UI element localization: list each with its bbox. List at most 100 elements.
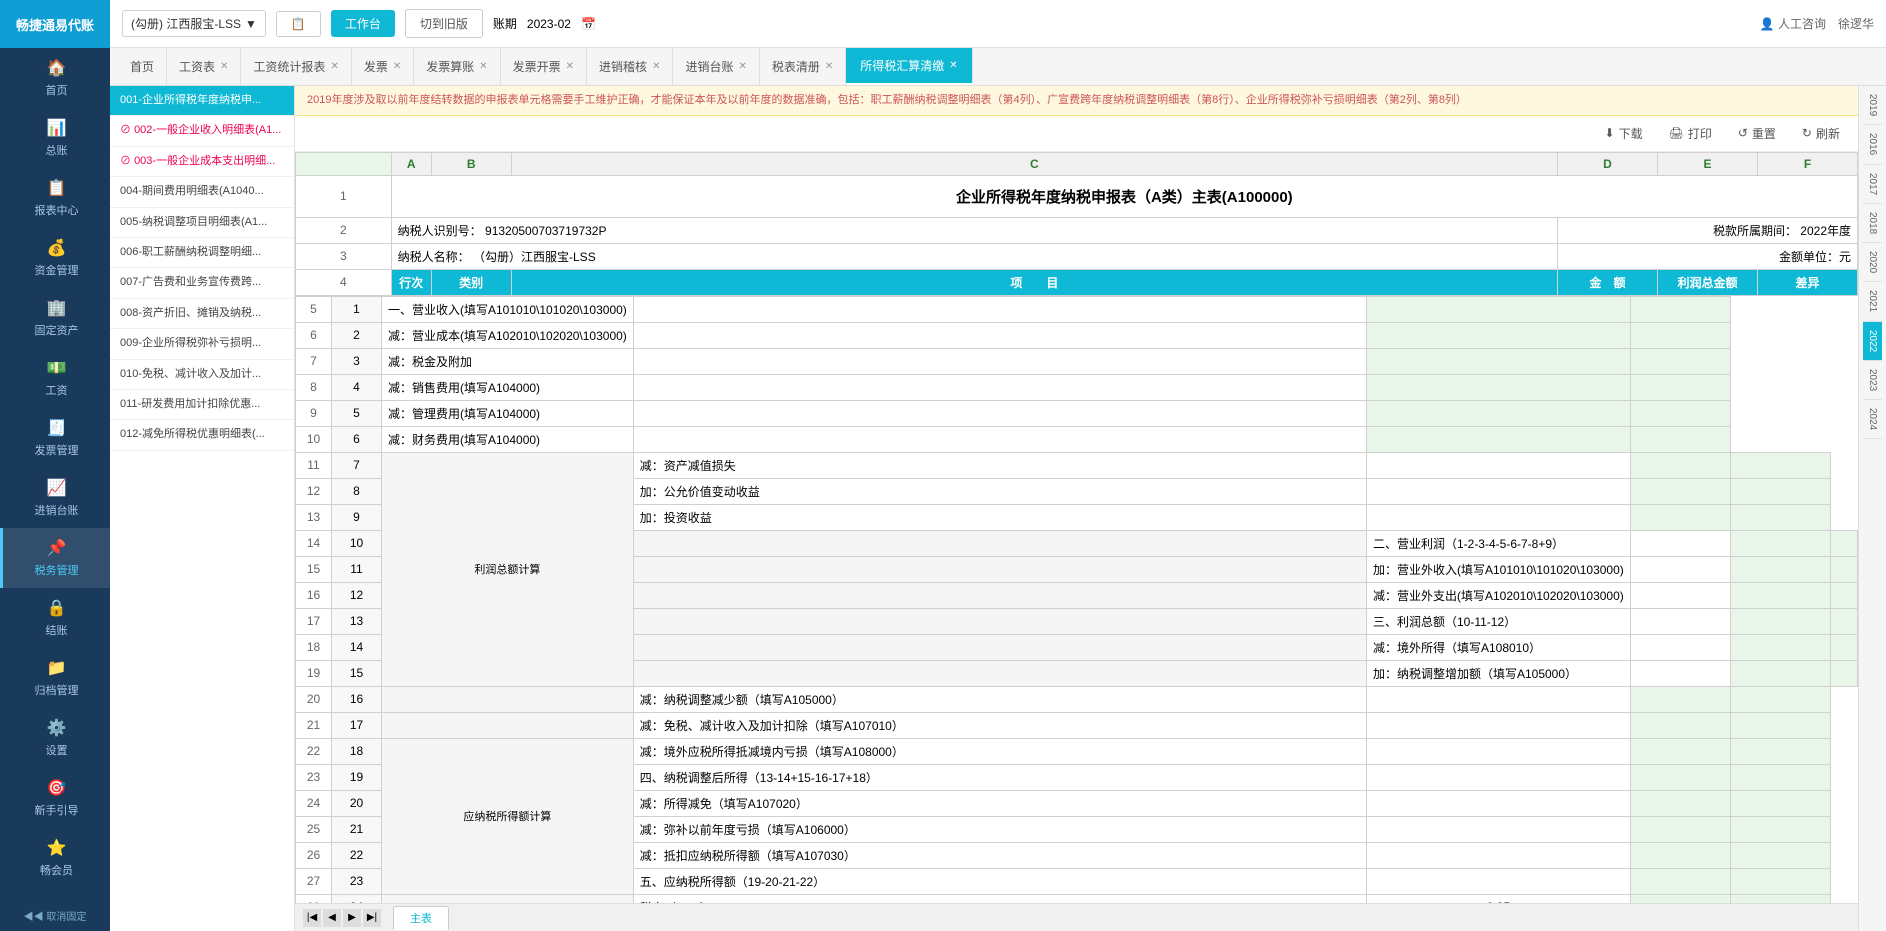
sidebar-item-tax-label: 税务管理 [35, 562, 79, 578]
year-item-2023[interactable]: 2023 [1863, 361, 1882, 400]
year-item-2022[interactable]: 2022 [1863, 322, 1882, 361]
xuhao-cell: 24 [332, 894, 382, 903]
form-list-item-003[interactable]: ⊘ 003-一般企业成本支出明细... [110, 147, 294, 177]
year-item-2016[interactable]: 2016 [1863, 125, 1882, 164]
year-item-2020[interactable]: 2020 [1863, 243, 1882, 282]
year-item-2017[interactable]: 2017 [1863, 165, 1882, 204]
table-row: 73减：税金及附加 [296, 348, 1858, 374]
year-item-2021[interactable]: 2021 [1863, 282, 1882, 321]
sheet-nav-next[interactable]: ▶ [343, 909, 361, 927]
home-icon: 🏠 [47, 58, 67, 78]
sidebar-item-archive[interactable]: 📁 归档管理 [0, 648, 110, 708]
sheet-nav-first[interactable]: |◀ [303, 909, 321, 927]
form-list-item-008[interactable]: 008-资产折旧、摊销及纳税... [110, 299, 294, 329]
sheet-nav-last[interactable]: ▶| [363, 909, 381, 927]
sidebar-item-report[interactable]: 📋 报表中心 [0, 168, 110, 228]
sidebar-item-guide[interactable]: 🎯 新手引导 [0, 768, 110, 828]
table-scroll[interactable]: A B C D E F 1 企业所得税年度纳税申报表（A类）主表(A100000… [295, 152, 1858, 904]
sidebar-item-report-label: 报表中心 [35, 202, 79, 218]
tab-tax-clear-close[interactable]: ✕ [825, 61, 833, 72]
tab-salary-stat[interactable]: 工资统计报表 ✕ [241, 48, 351, 85]
sidebar-item-sales[interactable]: 📈 进销台账 [0, 468, 110, 528]
row-num: 5 [296, 296, 332, 322]
row-num: 20 [296, 686, 332, 712]
row-num: 9 [296, 400, 332, 426]
form-list-item-012[interactable]: 012-减免所得税优惠明细表(... [110, 420, 294, 450]
sidebar-item-ledger[interactable]: 📊 总账 [0, 108, 110, 168]
tab-salary[interactable]: 工资表 ✕ [167, 48, 241, 85]
sidebar-item-salary[interactable]: 💵 工资 [0, 348, 110, 408]
quane-cell [1630, 530, 1730, 556]
category-cell-empty [633, 530, 1366, 556]
tab-invoice[interactable]: 发票 ✕ [352, 48, 414, 85]
company-selector[interactable]: (勾册) 江西服宝-LSS ▼ [122, 10, 266, 37]
calendar-icon[interactable]: 📅 [581, 17, 596, 31]
tab-invoice-calc[interactable]: 发票算账 ✕ [414, 48, 500, 85]
form-list-item-004[interactable]: 004-期间费用明细表(A1040... [110, 177, 294, 207]
chay-cell [1730, 790, 1830, 816]
row-num: 13 [296, 504, 332, 530]
xiangmu-cell: 减：销售费用(填写A104000) [382, 374, 634, 400]
tab-tax-clear[interactable]: 税表清册 ✕ [760, 48, 846, 85]
download-button[interactable]: ⬇ 下载 [1599, 122, 1649, 145]
form-list-item-009[interactable]: 009-企业所得税弥补亏损明... [110, 329, 294, 359]
tab-home[interactable]: 首页 [118, 48, 167, 85]
xuhao-cell: 19 [332, 764, 382, 790]
table-row: 117利润总额计算减：资产减值损失 [296, 452, 1858, 478]
ledger-icon: 📊 [47, 118, 67, 138]
tab-salary-stat-close[interactable]: ✕ [330, 61, 338, 72]
form-list-item-002[interactable]: ⊘ 002-一般企业收入明细表(A1... [110, 116, 294, 146]
form-list-item-006[interactable]: 006-职工薪酬纳税调整明细... [110, 238, 294, 268]
consult-button[interactable]: 👤 人工咨询 [1760, 15, 1826, 32]
tab-invoice-open[interactable]: 发票开票 ✕ [501, 48, 587, 85]
tab-sales-check-close[interactable]: ✕ [652, 61, 660, 72]
form-list-item-011[interactable]: 011-研发费用加计扣除优惠... [110, 390, 294, 420]
sidebar-item-member[interactable]: ⭐ 畅会员 [0, 828, 110, 888]
tab-invoice-close[interactable]: ✕ [393, 61, 401, 72]
reset-button[interactable]: ↺ 重置 [1732, 122, 1782, 145]
row-num: 22 [296, 738, 332, 764]
sidebar-item-close[interactable]: 🔒 结账 [0, 588, 110, 648]
form-list-item-007[interactable]: 007-广告费和业务宣传费跨... [110, 268, 294, 298]
xuhao-cell: 9 [332, 504, 382, 530]
sidebar-item-asset[interactable]: 🏢 固定资产 [0, 288, 110, 348]
form-list-item-005[interactable]: 005-纳税调整项目明细表(A1... [110, 208, 294, 238]
print-button[interactable]: 🖨 打印 [1663, 122, 1718, 145]
sidebar-item-tax[interactable]: 📌 税务管理 [0, 528, 110, 588]
sidebar-item-salary-label: 工资 [46, 382, 68, 398]
sheet-nav-prev[interactable]: ◀ [323, 909, 341, 927]
tab-tax-calc-close[interactable]: ✕ [949, 60, 957, 71]
tab-sales-check[interactable]: 进销稽核 ✕ [587, 48, 673, 85]
form-list-item-001[interactable]: 001-企业所得税年度纳税申... [110, 86, 294, 116]
doc-button[interactable]: 📋 [276, 11, 321, 37]
year-item-2024[interactable]: 2024 [1863, 400, 1882, 439]
tab-sales-ledger[interactable]: 进销台账 ✕ [673, 48, 759, 85]
sidebar-item-settings[interactable]: ⚙️ 设置 [0, 708, 110, 768]
form-list-item-010[interactable]: 010-免税、减计收入及加计... [110, 360, 294, 390]
chay-cell [1730, 712, 1830, 738]
tab-invoice-open-close[interactable]: ✕ [566, 61, 574, 72]
workbench-button[interactable]: 工作台 [331, 10, 395, 37]
xuhao-cell: 4 [332, 374, 382, 400]
year-item-2019[interactable]: 2019 [1863, 86, 1882, 125]
year-item-2018[interactable]: 2018 [1863, 204, 1882, 243]
tax-icon: 📌 [47, 538, 67, 558]
sidebar-item-asset-label: 固定资产 [35, 322, 79, 338]
sidebar-item-fund[interactable]: 💰 资金管理 [0, 228, 110, 288]
tab-salary-close[interactable]: ✕ [220, 61, 228, 72]
tab-salary-label: 工资表 [179, 58, 215, 75]
refresh-button[interactable]: ↻ 刷新 [1796, 122, 1846, 145]
tab-tax-calc[interactable]: 所得税汇算清缴 ✕ [846, 48, 972, 85]
tab-invoice-calc-close[interactable]: ✕ [479, 61, 487, 72]
switch-version-button[interactable]: 切到旧版 [405, 9, 483, 38]
tab-sales-ledger-close[interactable]: ✕ [738, 61, 746, 72]
fund-icon: 💰 [47, 238, 67, 258]
download-icon: ⬇ [1605, 126, 1615, 140]
taxpayer-name-cell: 纳税人名称： （勾册）江西服宝-LSS [391, 243, 1557, 269]
xiangmu-cell: 减：弥补以前年度亏损（填写A106000） [633, 816, 1366, 842]
sidebar-item-home[interactable]: 🏠 首页 [0, 48, 110, 108]
sheet-tab-main[interactable]: 主表 [393, 906, 449, 930]
lirunquane-cell [1366, 426, 1630, 452]
sidebar-item-invoice[interactable]: 🧾 发票管理 [0, 408, 110, 468]
pin-toggle[interactable]: ◀◀ 取消固定 [0, 900, 110, 931]
